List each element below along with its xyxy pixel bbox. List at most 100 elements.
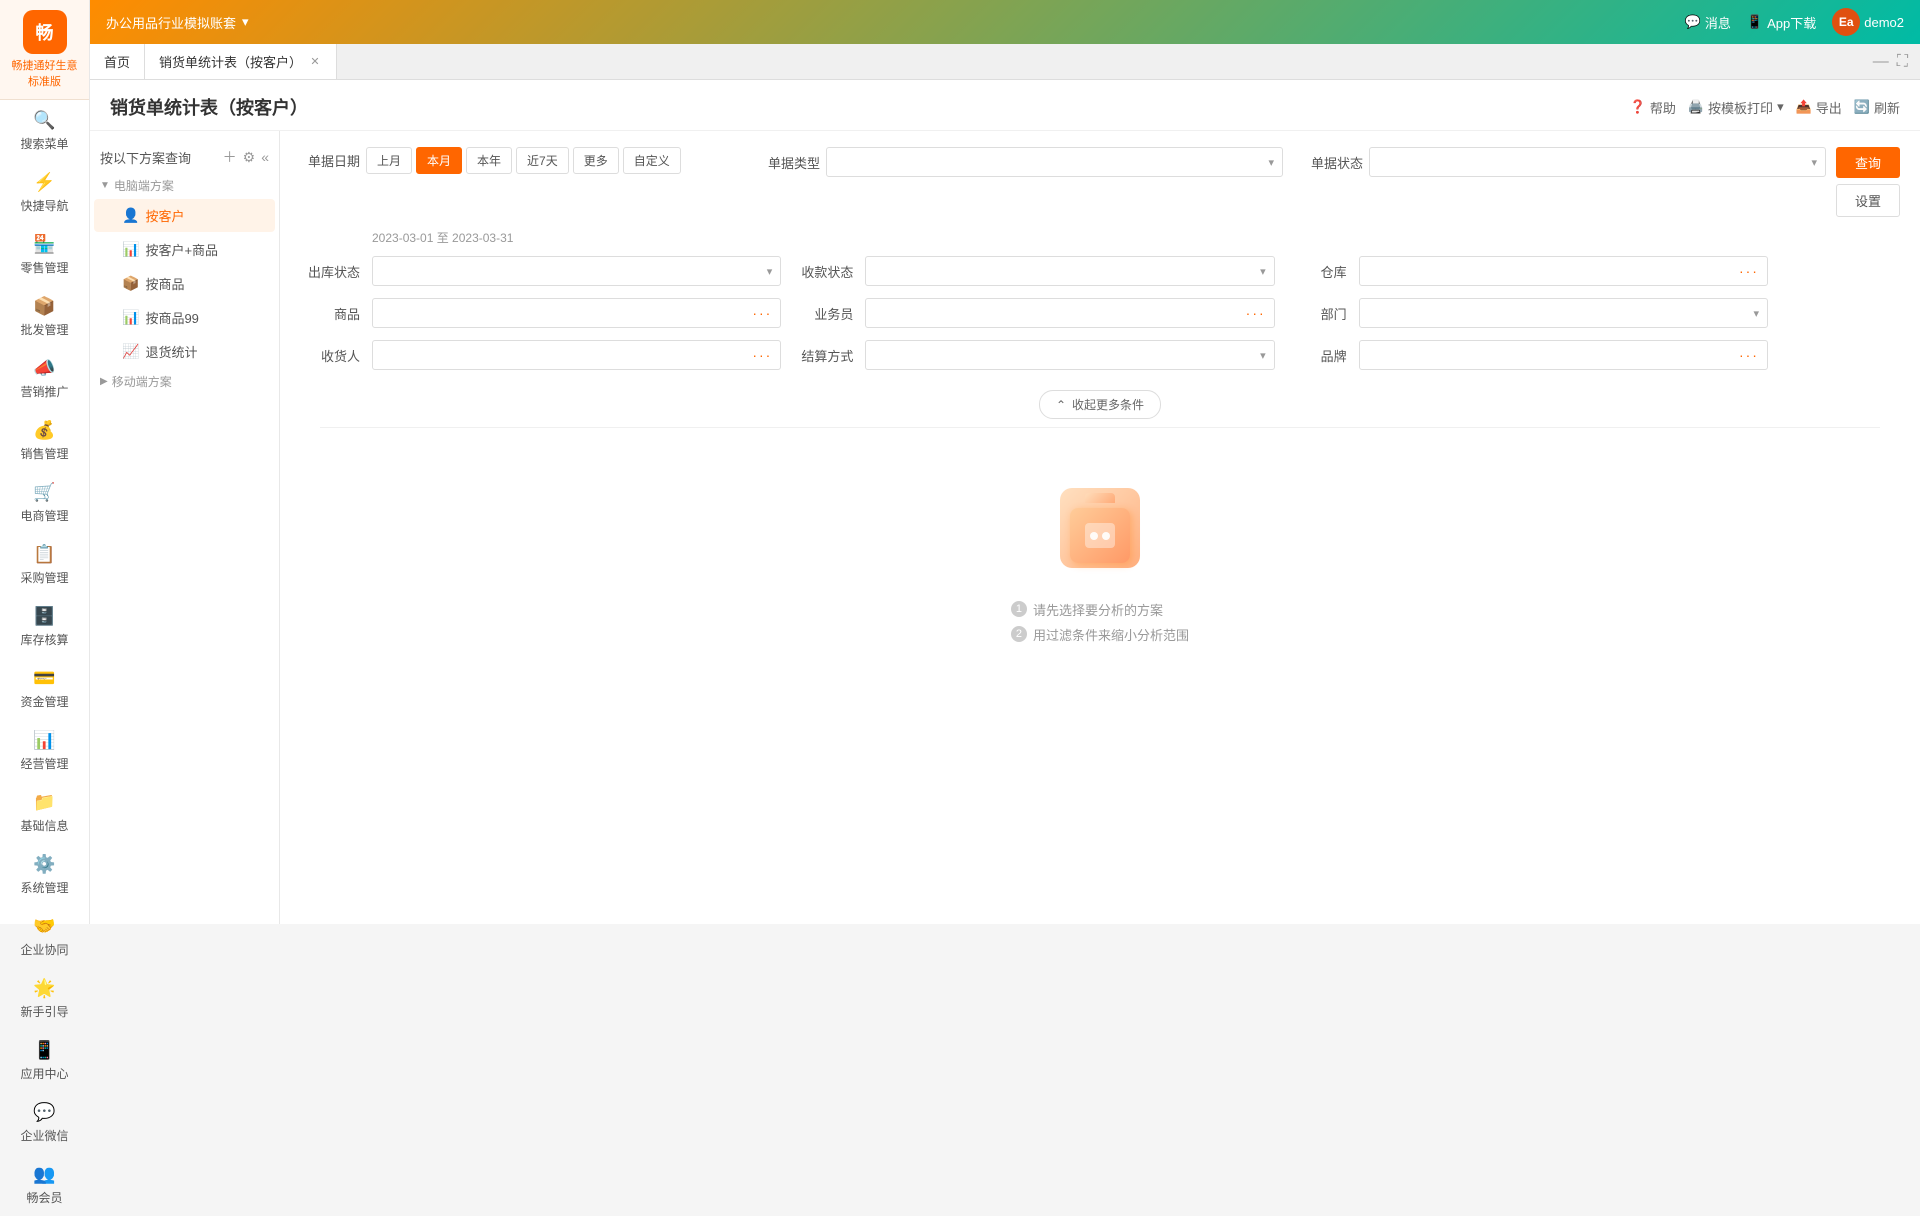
sidebar-item-newguide[interactable]: 🌟 新手引导 <box>0 968 89 1030</box>
message-button[interactable]: 💬 消息 <box>1685 13 1731 32</box>
query-button[interactable]: 查询 <box>1836 147 1900 178</box>
consignee-select[interactable]: ··· <box>372 340 781 370</box>
desktop-section-title: 电脑端方案 <box>114 177 174 194</box>
this-year-btn[interactable]: 本年 <box>466 147 512 174</box>
more-btn[interactable]: 更多 <box>573 147 619 174</box>
sidebar-item-wholesale[interactable]: 📦 批发管理 <box>0 286 89 348</box>
sidebar-item-system[interactable]: ⚙️ 系统管理 <box>0 844 89 906</box>
menu-item-by-customer-product[interactable]: 📊 按客户+商品 <box>94 233 275 266</box>
settings-scheme-icon[interactable]: ⚙ <box>243 149 256 166</box>
collapse-button[interactable]: ⌃ 收起更多条件 <box>1039 390 1161 419</box>
settings-button[interactable]: 设置 <box>1836 184 1900 217</box>
sidebar-item-sales[interactable]: 💰 销售管理 <box>0 410 89 472</box>
system-icon: ⚙️ <box>33 854 55 875</box>
warehouse-select[interactable]: ··· <box>1359 256 1768 286</box>
return-stats-icon: 📈 <box>122 343 139 360</box>
sidebar-item-appcenter[interactable]: 📱 应用中心 <box>0 1030 89 1092</box>
tab-close-icon[interactable]: ✕ <box>308 55 322 69</box>
help-button[interactable]: ❓ 帮助 <box>1630 98 1676 117</box>
sidebar-item-finance-label: 资金管理 <box>20 693 68 710</box>
product-select[interactable]: ··· <box>372 298 781 328</box>
this-month-btn[interactable]: 本月 <box>416 147 462 174</box>
sidebar-item-inventory[interactable]: 🗄️ 库存核算 <box>0 596 89 658</box>
mobile-section-label[interactable]: ▶ 移动端方案 <box>90 369 279 394</box>
tab-minimize-icon[interactable]: — <box>1873 53 1889 71</box>
desktop-section-label[interactable]: ▼ 电脑端方案 <box>90 173 279 198</box>
topbar: 办公用品行业模拟账套 ▾ 💬 消息 📱 App下载 Ea demo2 <box>90 0 1920 44</box>
help-icon: ❓ <box>1630 99 1646 115</box>
out-status-select[interactable]: ▾ <box>372 256 781 286</box>
sidebar-item-marketing-label: 营销推广 <box>20 383 68 400</box>
sidebar-item-purchase[interactable]: 📋 采购管理 <box>0 534 89 596</box>
brand-select[interactable]: ··· <box>1359 340 1768 370</box>
sidebar-item-operations[interactable]: 📊 经营管理 <box>0 720 89 782</box>
print-label: 按模板打印 <box>1708 98 1773 117</box>
filter-row-2: 出库状态 ▾ 收款状态 ▾ 仓库 ··· <box>300 256 1900 286</box>
tab-sales-stats-label: 销货单统计表（按客户） <box>159 52 302 71</box>
empty-tip-1: 1 请先选择要分析的方案 <box>1011 600 1189 619</box>
custom-btn[interactable]: 自定义 <box>623 147 681 174</box>
product-title: 办公用品行业模拟账套 <box>106 13 236 32</box>
date-filter-label: 单据日期 <box>300 151 360 170</box>
operations-icon: 📊 <box>33 730 55 751</box>
logo-icon: 畅 <box>23 10 67 54</box>
order-status-select[interactable]: ▾ <box>1369 147 1826 177</box>
export-button[interactable]: 📤 导出 <box>1796 98 1842 117</box>
sidebar-item-finance[interactable]: 💳 资金管理 <box>0 658 89 720</box>
sidebar-item-corpwechat[interactable]: 💬 企业微信 <box>0 1092 89 1154</box>
payment-method-select[interactable]: ▾ <box>865 340 1274 370</box>
product-label: 商品 <box>300 304 360 323</box>
sidebar: 畅 畅捷通好生意 标准版 🔍 搜索菜单 ⚡ 快捷导航 🏪 零售管理 📦 批发管理… <box>0 0 90 924</box>
sidebar-item-sales-label: 销售管理 <box>20 445 68 462</box>
sidebar-item-retail-label: 零售管理 <box>20 259 68 276</box>
filter-row-4: 收货人 ··· 结算方式 ▾ 品牌 ··· <box>300 340 1900 370</box>
sidebar-item-basicinfo[interactable]: 📁 基础信息 <box>0 782 89 844</box>
left-panel-header: 按以下方案查询 ＋ ⚙ « <box>90 141 279 173</box>
department-select[interactable]: ▾ <box>1359 298 1768 328</box>
by-product-icon: 📦 <box>122 275 139 292</box>
help-label: 帮助 <box>1650 98 1676 117</box>
left-panel: 按以下方案查询 ＋ ⚙ « ▼ 电脑端方案 👤 按客户 <box>90 131 280 924</box>
right-panel: 单据日期 上月 本月 本年 近7天 更多 自定义 单据类型 <box>280 131 1920 924</box>
message-label: 消息 <box>1705 13 1731 32</box>
sidebar-item-ecommerce[interactable]: 🛒 电商管理 <box>0 472 89 534</box>
sidebar-item-quicknav[interactable]: ⚡ 快捷导航 <box>0 162 89 224</box>
consignee-label: 收货人 <box>300 346 360 365</box>
tab-sales-stats[interactable]: 销货单统计表（按客户） ✕ <box>145 44 337 79</box>
print-button[interactable]: 🖨️ 按模板打印 ▾ <box>1688 98 1784 117</box>
by-customer-product-icon: 📊 <box>122 241 139 258</box>
collapse-panel-icon[interactable]: « <box>261 149 269 165</box>
menu-item-by-product-99[interactable]: 📊 按商品99 <box>94 301 275 334</box>
search-icon: 🔍 <box>33 110 55 131</box>
export-icon: 📤 <box>1796 99 1812 115</box>
tab-maximize-icon[interactable]: ⛶ <box>1897 53 1908 71</box>
empty-icon <box>1050 488 1150 588</box>
mobile-section-arrow: ▶ <box>100 376 108 387</box>
brand-label: 品牌 <box>1287 346 1347 365</box>
sidebar-item-search[interactable]: 🔍 搜索菜单 <box>0 100 89 162</box>
order-type-select[interactable]: ▾ <box>826 147 1283 177</box>
corp-icon: 🤝 <box>33 916 55 937</box>
mobile-section-title: 移动端方案 <box>112 373 172 390</box>
app-logo: 畅 畅捷通好生意 标准版 <box>0 0 89 100</box>
salesperson-label: 业务员 <box>793 304 853 323</box>
menu-item-by-product[interactable]: 📦 按商品 <box>94 267 275 300</box>
menu-item-return-stats[interactable]: 📈 退货统计 <box>94 335 275 368</box>
last-7-btn[interactable]: 近7天 <box>516 147 569 174</box>
product-selector[interactable]: 办公用品行业模拟账套 ▾ <box>106 13 249 32</box>
sidebar-item-marketing[interactable]: 📣 营销推广 <box>0 348 89 410</box>
add-scheme-icon[interactable]: ＋ <box>223 147 237 167</box>
tab-home[interactable]: 首页 <box>90 44 145 79</box>
menu-item-by-customer[interactable]: 👤 按客户 <box>94 199 275 232</box>
sidebar-item-member[interactable]: 👥 畅会员 <box>0 1154 89 1216</box>
sidebar-item-retail[interactable]: 🏪 零售管理 <box>0 224 89 286</box>
payment-status-select[interactable]: ▾ <box>865 256 1274 286</box>
app-download-button[interactable]: 📱 App下载 <box>1747 13 1816 32</box>
user-menu[interactable]: Ea demo2 <box>1832 8 1904 36</box>
sidebar-item-corp[interactable]: 🤝 企业协同 <box>0 906 89 968</box>
last-month-btn[interactable]: 上月 <box>366 147 412 174</box>
order-status-chevron: ▾ <box>1811 156 1817 169</box>
refresh-button[interactable]: 🔄 刷新 <box>1854 98 1900 117</box>
salesperson-select[interactable]: ··· <box>865 298 1274 328</box>
sidebar-item-quicknav-label: 快捷导航 <box>20 197 68 214</box>
